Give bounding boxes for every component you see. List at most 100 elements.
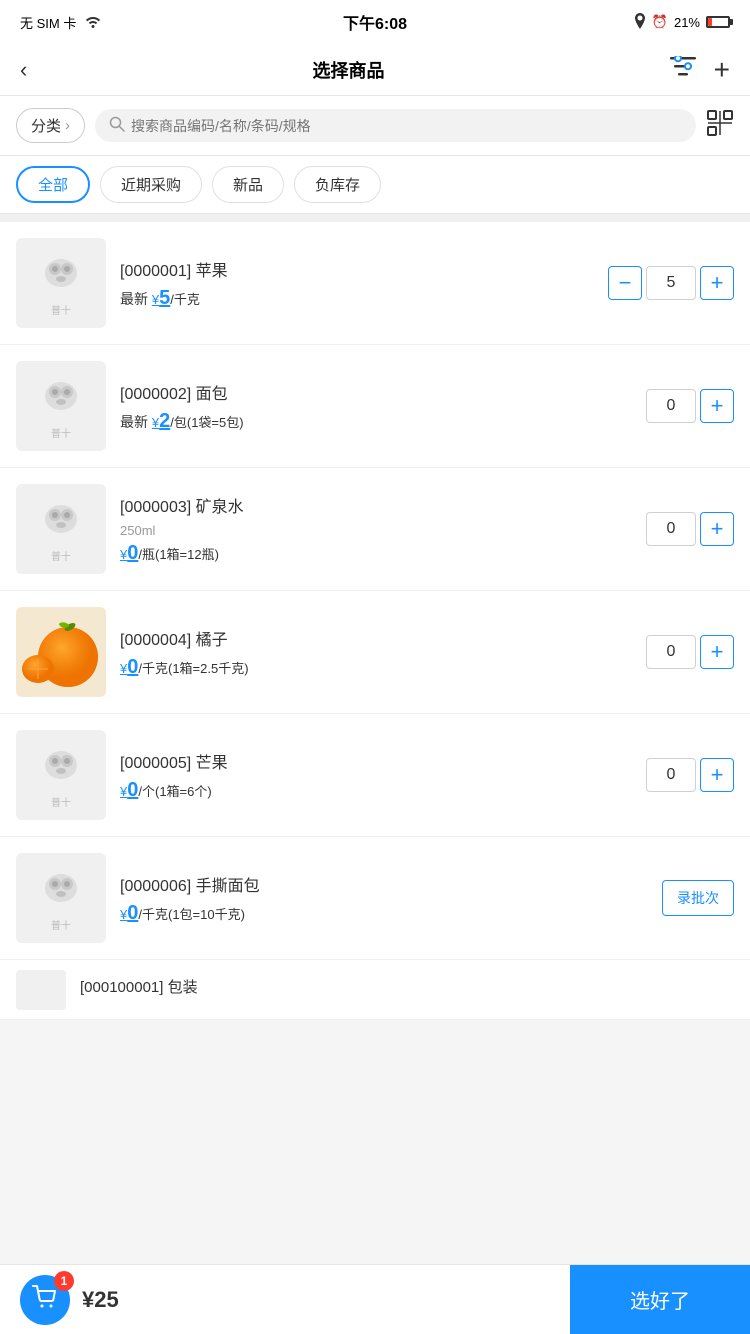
qty-control-water: + (646, 512, 734, 546)
product-image-mango: 普十 (16, 730, 106, 820)
brand-icon (39, 495, 83, 546)
brand-icon (39, 372, 83, 423)
brand-icon (39, 741, 83, 792)
brand-label: 普十 (51, 794, 71, 809)
product-item-bread: 普十 [0000002] 面包 最新 ¥2/包(1袋=5包) + (0, 345, 750, 468)
product-info-orange: [0000004] 橘子 ¥0/千克(1箱=2.5千克) (120, 626, 632, 679)
product-name-torn-bread: [0000006] 手撕面包 (120, 872, 648, 896)
product-info-mango: [0000005] 芒果 ¥0/个(1箱=6个) (120, 749, 632, 802)
product-name-mango: [0000005] 芒果 (120, 749, 632, 773)
tab-bar: 全部 近期采购 新品 负库存 (0, 156, 750, 214)
product-image-apple: 普十 (16, 238, 106, 328)
brand-label: 普十 (51, 548, 71, 563)
qty-plus-water[interactable]: + (700, 512, 734, 546)
owl-placeholder: 普十 (39, 864, 83, 932)
brand-label: 普十 (51, 917, 71, 932)
product-list: 普十 [0000001] 苹果 最新 ¥5/千克 − + (0, 222, 750, 1020)
qty-control-torn-bread: 录批次 (662, 880, 734, 916)
brand-label: 普十 (51, 302, 71, 317)
tab-negative[interactable]: 负库存 (294, 166, 381, 203)
product-item-packaging: [000100001] 包装 (0, 960, 750, 1020)
qty-minus-apple[interactable]: − (608, 266, 642, 300)
nav-bar: ‹ 选择商品 + (0, 44, 750, 96)
cart-badge: 1 (54, 1271, 74, 1291)
product-name-apple: [0000001] 苹果 (120, 257, 594, 281)
product-item-mango: 普十 [0000005] 芒果 ¥0/个(1箱=6个) + (0, 714, 750, 837)
carrier-label: 无 SIM 卡 (20, 13, 76, 32)
product-price-water: ¥0/瓶(1箱=12瓶) (120, 542, 632, 565)
qty-plus-apple[interactable]: + (700, 266, 734, 300)
product-name-bread: [0000002] 面包 (120, 380, 632, 404)
product-price-orange: ¥0/千克(1箱=2.5千克) (120, 656, 632, 679)
product-image-water: 普十 (16, 484, 106, 574)
product-info-bread: [0000002] 面包 最新 ¥2/包(1袋=5包) (120, 380, 632, 433)
search-box (95, 109, 696, 142)
product-image-torn-bread: 普十 (16, 853, 106, 943)
qty-input-orange[interactable] (646, 635, 696, 669)
product-image-packaging (16, 970, 66, 1010)
qty-input-bread[interactable] (646, 389, 696, 423)
product-item-water: 普十 [0000003] 矿泉水 250ml ¥0/瓶(1箱=12瓶) + (0, 468, 750, 591)
filter-search-bar: 分类 › (0, 96, 750, 156)
category-chevron-icon: › (65, 117, 70, 134)
bottom-spacer (0, 1020, 750, 1090)
cart-section: 1 ¥25 (0, 1275, 570, 1325)
brand-label: 普十 (51, 425, 71, 440)
back-button[interactable]: ‹ (20, 57, 27, 83)
nav-right-actions: + (670, 54, 730, 86)
product-price-mango: ¥0/个(1箱=6个) (120, 779, 632, 802)
category-button[interactable]: 分类 › (16, 108, 85, 143)
qty-control-mango: + (646, 758, 734, 792)
bottom-bar: 1 ¥25 选好了 (0, 1264, 750, 1334)
tab-all[interactable]: 全部 (16, 166, 90, 203)
wifi-icon (84, 14, 102, 31)
status-left: 无 SIM 卡 (20, 13, 102, 32)
qty-control-apple: − + (608, 266, 734, 300)
owl-placeholder: 普十 (39, 495, 83, 563)
qty-input-water[interactable] (646, 512, 696, 546)
page-title: 选择商品 (312, 57, 384, 83)
product-spec-water: 250ml (120, 523, 632, 538)
product-info-water: [0000003] 矿泉水 250ml ¥0/瓶(1箱=12瓶) (120, 493, 632, 565)
product-price-torn-bread: ¥0/千克(1包=10千克) (120, 902, 648, 925)
cart-icon-wrap[interactable]: 1 (20, 1275, 70, 1325)
owl-placeholder: 普十 (39, 249, 83, 317)
batch-button-torn-bread[interactable]: 录批次 (662, 880, 734, 916)
cart-total: ¥25 (82, 1287, 119, 1313)
product-name-orange: [0000004] 橘子 (120, 626, 632, 650)
qty-control-orange: + (646, 635, 734, 669)
owl-placeholder: 普十 (39, 741, 83, 809)
search-icon (109, 116, 125, 135)
qty-plus-bread[interactable]: + (700, 389, 734, 423)
brand-icon (39, 249, 83, 300)
tab-new[interactable]: 新品 (212, 166, 284, 203)
status-right: ⏰ 21% (634, 13, 730, 32)
qty-plus-mango[interactable]: + (700, 758, 734, 792)
status-time: 下午6:08 (343, 10, 407, 34)
product-name-packaging: [000100001] 包装 (80, 976, 734, 997)
product-item-apple: 普十 [0000001] 苹果 最新 ¥5/千克 − + (0, 222, 750, 345)
alarm-icon: ⏰ (652, 14, 668, 30)
qty-input-apple[interactable] (646, 266, 696, 300)
qty-control-bread: + (646, 389, 734, 423)
product-item-torn-bread: 普十 [0000006] 手撕面包 ¥0/千克(1包=10千克) 录批次 (0, 837, 750, 960)
product-price-bread: 最新 ¥2/包(1袋=5包) (120, 410, 632, 433)
battery-percent: 21% (674, 15, 700, 30)
qty-input-mango[interactable] (646, 758, 696, 792)
cart-icon (32, 1285, 58, 1315)
search-input[interactable] (131, 118, 682, 134)
product-item-orange: [0000004] 橘子 ¥0/千克(1箱=2.5千克) + (0, 591, 750, 714)
product-info-apple: [0000001] 苹果 最新 ¥5/千克 (120, 257, 594, 310)
tab-recent[interactable]: 近期采购 (100, 166, 202, 203)
orange-svg (16, 607, 106, 697)
filter-icon[interactable] (670, 56, 696, 84)
product-price-apple: 最新 ¥5/千克 (120, 287, 594, 310)
qty-plus-orange[interactable]: + (700, 635, 734, 669)
product-info-packaging: [000100001] 包装 (80, 976, 734, 1003)
divider (0, 214, 750, 222)
product-info-torn-bread: [0000006] 手撕面包 ¥0/千克(1包=10千克) (120, 872, 648, 925)
confirm-button[interactable]: 选好了 (570, 1265, 750, 1334)
owl-placeholder: 普十 (39, 372, 83, 440)
scan-icon[interactable] (706, 109, 734, 143)
add-button[interactable]: + (714, 54, 730, 86)
